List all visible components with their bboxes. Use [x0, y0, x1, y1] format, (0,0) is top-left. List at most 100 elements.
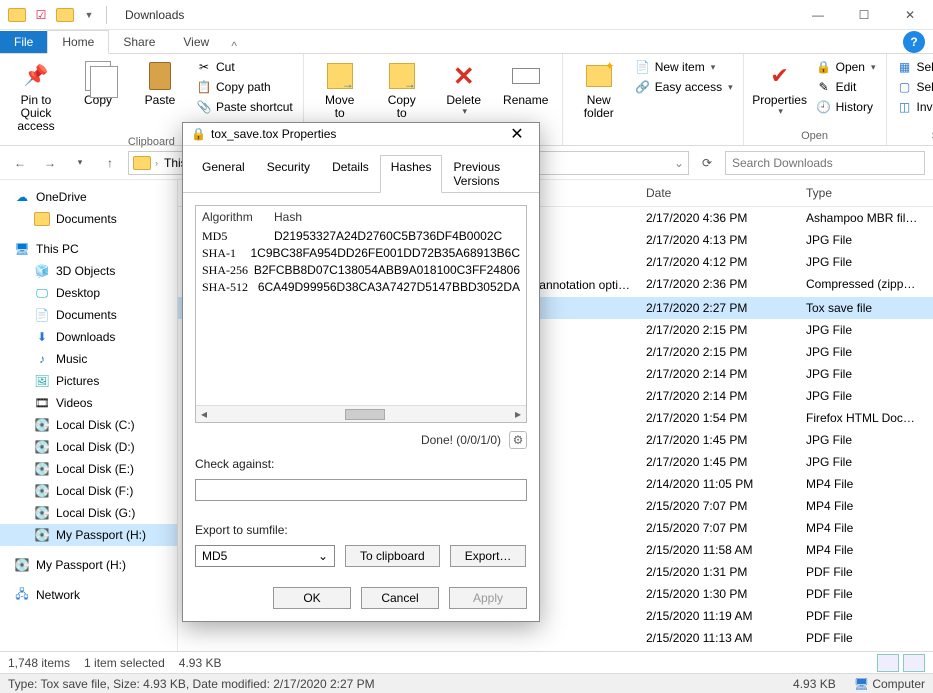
tree-local-disk-e[interactable]: 💽Local Disk (E:) — [0, 458, 177, 480]
file-type: JPG File — [798, 231, 933, 249]
history-button[interactable]: 🕘History — [814, 98, 878, 116]
copy-to-button[interactable]: Copy to — [374, 58, 430, 130]
tree-desktop[interactable]: 🖵Desktop — [0, 282, 177, 304]
back-button[interactable]: ← — [8, 151, 32, 175]
status-computer: 🖥 Computer — [854, 677, 925, 691]
file-type: JPG File — [798, 365, 933, 383]
tree-my-passport-2[interactable]: 💽My Passport (H:) — [0, 554, 177, 576]
file-type: Tox save file — [798, 299, 933, 317]
file-date: 2/17/2020 2:27 PM — [638, 299, 798, 317]
hash-value: D21953327A24D2760C5B736DF4B0002C — [274, 229, 502, 244]
tree-onedrive[interactable]: ☁OneDrive — [0, 186, 177, 208]
search-input[interactable] — [725, 151, 925, 175]
tree-videos[interactable]: 🎞Videos — [0, 392, 177, 414]
dialog-close-button[interactable]: ✕ — [503, 124, 531, 144]
scroll-left-icon[interactable]: ◂ — [196, 407, 212, 421]
move-to-button[interactable]: Move to — [312, 58, 368, 130]
cut-button[interactable]: ✂Cut — [194, 58, 295, 76]
tab-view[interactable]: View — [169, 31, 223, 53]
tree-my-passport-1[interactable]: 💽My Passport (H:) — [0, 524, 177, 546]
qat-folder2-icon[interactable] — [54, 4, 76, 26]
copy-button[interactable]: Copy — [70, 58, 126, 107]
status-detail-text: Type: Tox save file, Size: 4.93 KB, Date… — [8, 677, 375, 691]
to-clipboard-button[interactable]: To clipboard — [345, 545, 440, 567]
dtab-hashes[interactable]: Hashes — [380, 155, 443, 193]
tab-share[interactable]: Share — [109, 31, 169, 53]
column-type[interactable]: Type — [798, 180, 933, 206]
hash-row[interactable]: MD5D21953327A24D2760C5B736DF4B0002C — [196, 228, 526, 245]
paste-button[interactable]: Paste — [132, 58, 188, 107]
hash-scrollbar[interactable]: ◂ ▸ — [196, 405, 526, 422]
recent-button[interactable]: ▾ — [68, 151, 92, 175]
file-type: JPG File — [798, 343, 933, 361]
table-row[interactable]: 2/15/2020 11:13 AMPDF File — [178, 627, 933, 649]
help-icon[interactable]: ? — [903, 31, 925, 53]
close-button[interactable]: ✕ — [887, 0, 933, 30]
view-details-button[interactable] — [877, 654, 899, 672]
export-format-combo[interactable]: MD5⌄ — [195, 545, 335, 567]
dtab-general[interactable]: General — [191, 155, 256, 193]
tree-network[interactable]: 🖧Network — [0, 584, 177, 606]
tree-documents2[interactable]: 📄Documents — [0, 304, 177, 326]
hash-value: B2FCBB8D07C138054ABB9A018100C3FF24806 — [254, 263, 520, 278]
cancel-button[interactable]: Cancel — [361, 587, 439, 609]
column-date[interactable]: Date — [638, 180, 798, 206]
menu-tabs: File Home Share View ^ ? — [0, 30, 933, 54]
new-item-button[interactable]: 📄New item — [633, 58, 735, 76]
check-against-input[interactable] — [195, 479, 527, 501]
select-all-button[interactable]: ▦Select all — [895, 58, 933, 76]
qat-folder-icon[interactable] — [6, 4, 28, 26]
copy-path-button[interactable]: 📋Copy path — [194, 78, 295, 96]
invert-selection-button[interactable]: ◫Invert selection — [895, 98, 933, 116]
hash-row[interactable]: SHA-256B2FCBB8D07C138054ABB9A018100C3FF2… — [196, 262, 526, 279]
file-type: PDF File — [798, 629, 933, 647]
tab-file[interactable]: File — [0, 31, 47, 53]
dtab-security[interactable]: Security — [256, 155, 321, 193]
select-none-button[interactable]: ▢Select none — [895, 78, 933, 96]
scroll-right-icon[interactable]: ▸ — [510, 407, 526, 421]
gear-icon[interactable]: ⚙ — [509, 431, 527, 449]
tree-local-disk-c[interactable]: 💽Local Disk (C:) — [0, 414, 177, 436]
window-title: Downloads — [117, 8, 184, 22]
tree-local-disk-d[interactable]: 💽Local Disk (D:) — [0, 436, 177, 458]
dtab-previous-versions[interactable]: Previous Versions — [442, 155, 531, 193]
file-date: 2/15/2020 11:19 AM — [638, 607, 798, 625]
tree-local-disk-f[interactable]: 💽Local Disk (F:) — [0, 480, 177, 502]
export-button[interactable]: Export… — [450, 545, 527, 567]
tree-documents[interactable]: Documents — [0, 208, 177, 230]
tree-this-pc[interactable]: 🖥This PC — [0, 238, 177, 260]
minimize-button[interactable]: — — [795, 0, 841, 30]
ribbon-collapse-icon[interactable]: ^ — [223, 39, 245, 53]
open-button[interactable]: 🔒Open — [814, 58, 878, 76]
rename-button[interactable]: Rename — [498, 58, 554, 107]
new-folder-button[interactable]: New folder — [571, 58, 627, 120]
hash-row[interactable]: SHA-5126CA49D99956D38CA3A7427D5147BBD305… — [196, 279, 526, 296]
file-type: Ashampoo MBR fil… — [798, 209, 933, 227]
view-icons-button[interactable] — [903, 654, 925, 672]
qat-check-icon[interactable]: ☑ — [30, 4, 52, 26]
scroll-thumb[interactable] — [345, 409, 385, 420]
tree-3d-objects[interactable]: 🧊3D Objects — [0, 260, 177, 282]
up-button[interactable]: ↑ — [98, 151, 122, 175]
qat-overflow-icon[interactable]: ▼ — [78, 4, 100, 26]
tree-music[interactable]: ♪Music — [0, 348, 177, 370]
apply-button[interactable]: Apply — [449, 587, 527, 609]
ok-button[interactable]: OK — [273, 587, 351, 609]
edit-button[interactable]: ✎Edit — [814, 78, 878, 96]
dtab-details[interactable]: Details — [321, 155, 380, 193]
tree-local-disk-g[interactable]: 💽Local Disk (G:) — [0, 502, 177, 524]
paste-shortcut-button[interactable]: 📎Paste shortcut — [194, 98, 295, 116]
delete-button[interactable]: ✕Delete — [436, 58, 492, 117]
file-type: MP4 File — [798, 497, 933, 515]
maximize-button[interactable]: ☐ — [841, 0, 887, 30]
tab-home[interactable]: Home — [47, 30, 109, 54]
easy-access-button[interactable]: 🔗Easy access — [633, 78, 735, 96]
refresh-button[interactable]: ⟳ — [695, 156, 719, 170]
pin-to-quick-access-button[interactable]: 📌Pin to Quick access — [8, 58, 64, 134]
tree-downloads[interactable]: ⬇Downloads — [0, 326, 177, 348]
hash-row[interactable]: SHA-11C9BC38FA954DD26FE001DD72B35A68913B… — [196, 245, 526, 262]
address-dropdown-icon[interactable]: ⌄ — [674, 156, 684, 170]
forward-button[interactable]: → — [38, 151, 62, 175]
properties-button[interactable]: ✔Properties — [752, 58, 808, 117]
tree-pictures[interactable]: 🖼Pictures — [0, 370, 177, 392]
